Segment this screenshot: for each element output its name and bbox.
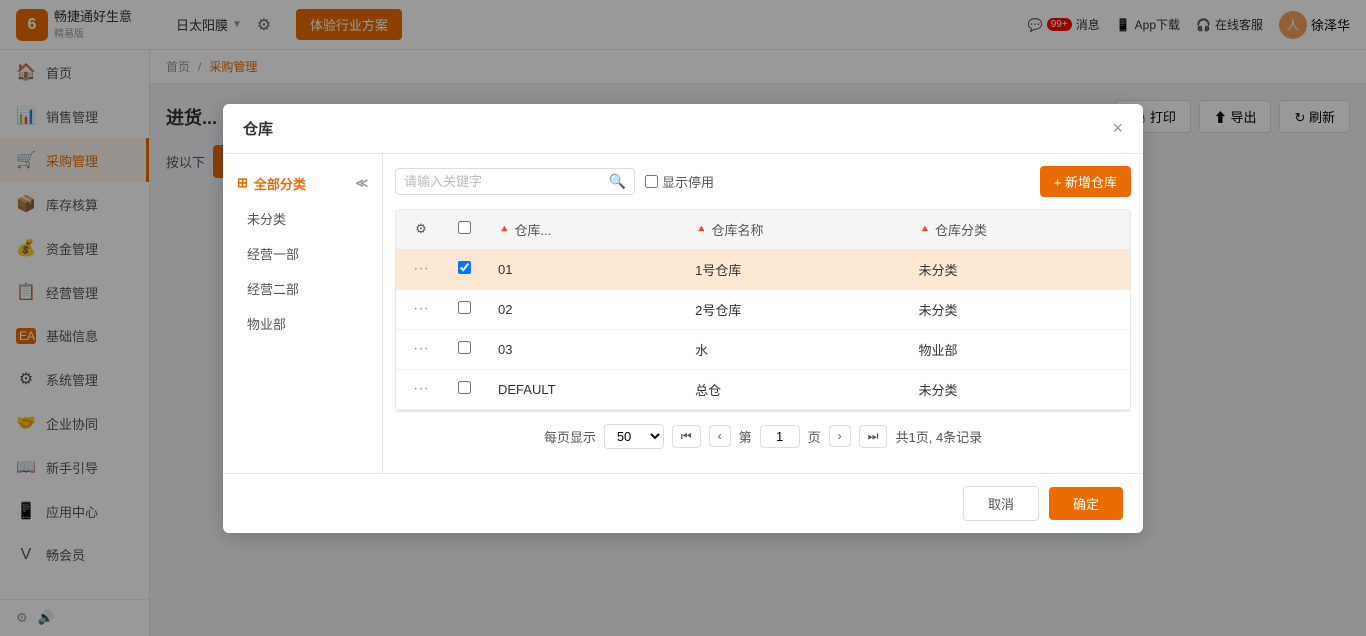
- next-page-btn[interactable]: ›: [829, 425, 851, 447]
- table-row[interactable]: ··· DEFAULT 总仓 未分类: [396, 369, 1130, 409]
- th-code-icon: 🔺: [498, 224, 510, 235]
- row-code: 01: [486, 249, 683, 289]
- table-header-row: ⚙ 🔺 仓库... 🔺: [396, 210, 1130, 250]
- row-category: 未分类: [907, 369, 1130, 409]
- last-page-btn[interactable]: ⏭: [859, 425, 888, 448]
- prev-page-btn[interactable]: ‹: [709, 425, 731, 447]
- show-disabled-label[interactable]: 显示停用: [645, 172, 714, 191]
- page-label: 第: [739, 427, 752, 446]
- row-checkbox[interactable]: [458, 381, 471, 394]
- row-checkbox-cell[interactable]: [446, 289, 486, 329]
- row-checkbox[interactable]: [458, 261, 471, 274]
- row-checkbox[interactable]: [458, 301, 471, 314]
- warehouse-table: ⚙ 🔺 仓库... 🔺: [395, 209, 1131, 411]
- row-checkbox-cell[interactable]: [446, 329, 486, 369]
- confirm-button[interactable]: 确定: [1049, 487, 1123, 520]
- th-gear: ⚙: [396, 210, 446, 250]
- table-row[interactable]: ··· 02 2号仓库 未分类: [396, 289, 1130, 329]
- gear-icon: ⚙: [415, 221, 427, 236]
- search-box: 🔍: [395, 168, 635, 195]
- row-actions[interactable]: ···: [396, 369, 446, 409]
- row-actions[interactable]: ···: [396, 249, 446, 289]
- table-row[interactable]: ··· 01 1号仓库 未分类: [396, 249, 1130, 289]
- row-dots-btn[interactable]: ···: [413, 300, 429, 318]
- row-code: 03: [486, 329, 683, 369]
- th-code: 🔺 仓库...: [486, 210, 683, 250]
- search-input[interactable]: [404, 174, 609, 189]
- th-category: 🔺 仓库分类: [907, 210, 1130, 250]
- modal-overlay: 仓库 × ⊞ 全部分类 ≪ 未分类 经营一部 经营二部 物业部: [0, 0, 1366, 636]
- row-checkbox-cell[interactable]: [446, 369, 486, 409]
- row-name: 水: [683, 329, 906, 369]
- row-actions[interactable]: ···: [396, 329, 446, 369]
- row-checkbox-cell[interactable]: [446, 249, 486, 289]
- row-category: 物业部: [907, 329, 1130, 369]
- page-total: 共1页, 4条记录: [895, 427, 982, 446]
- close-icon[interactable]: ×: [1112, 118, 1123, 139]
- show-disabled-checkbox[interactable]: [645, 175, 658, 188]
- row-name: 总仓: [683, 369, 906, 409]
- th-name-icon: 🔺: [695, 224, 707, 235]
- row-name: 1号仓库: [683, 249, 906, 289]
- pagination: 每页显示 50 20 100 ⏮ ‹ 第 页 › ⏭ 共1页, 4条记录: [395, 411, 1131, 461]
- select-all-checkbox[interactable]: [458, 221, 471, 234]
- new-warehouse-btn[interactable]: + 新增仓库: [1040, 166, 1131, 197]
- row-actions[interactable]: ···: [396, 289, 446, 329]
- row-category: 未分类: [907, 289, 1130, 329]
- show-disabled-text: 显示停用: [662, 172, 714, 191]
- row-dots-btn[interactable]: ···: [413, 380, 429, 398]
- row-dots-btn[interactable]: ···: [413, 260, 429, 278]
- modal-footer: 取消 确定: [223, 473, 1143, 533]
- row-checkbox[interactable]: [458, 341, 471, 354]
- all-category-header[interactable]: ⊞ 全部分类 ≪: [223, 166, 382, 201]
- page-suffix: 页: [808, 427, 821, 446]
- row-code: DEFAULT: [486, 369, 683, 409]
- th-name: 🔺 仓库名称: [683, 210, 906, 250]
- collapse-icon[interactable]: ≪: [355, 176, 368, 190]
- modal-toolbar: 🔍 显示停用 + 新增仓库: [395, 166, 1131, 197]
- modal-main: 🔍 显示停用 + 新增仓库 ⚙: [383, 154, 1143, 473]
- all-category-label: 全部分类: [254, 174, 306, 193]
- category-ops1[interactable]: 经营一部: [223, 236, 382, 271]
- per-page-label: 每页显示: [544, 427, 596, 446]
- page-number-input[interactable]: [760, 425, 800, 448]
- category-ops2[interactable]: 经营二部: [223, 271, 382, 306]
- modal-sidebar: ⊞ 全部分类 ≪ 未分类 经营一部 经营二部 物业部: [223, 154, 383, 473]
- row-category: 未分类: [907, 249, 1130, 289]
- row-name: 2号仓库: [683, 289, 906, 329]
- row-dots-btn[interactable]: ···: [413, 340, 429, 358]
- per-page-select[interactable]: 50 20 100: [604, 424, 664, 449]
- search-icon[interactable]: 🔍: [609, 173, 626, 190]
- modal-body: ⊞ 全部分类 ≪ 未分类 经营一部 经营二部 物业部 🔍: [223, 154, 1143, 473]
- modal-title: 仓库: [243, 118, 273, 139]
- th-category-icon: 🔺: [919, 224, 931, 235]
- table-row[interactable]: ··· 03 水 物业部: [396, 329, 1130, 369]
- th-checkbox: [446, 210, 486, 250]
- grid-icon: ⊞: [237, 175, 248, 191]
- first-page-btn[interactable]: ⏮: [672, 425, 701, 448]
- category-unclassified[interactable]: 未分类: [223, 201, 382, 236]
- category-property[interactable]: 物业部: [223, 306, 382, 341]
- modal-header: 仓库 ×: [223, 104, 1143, 154]
- cancel-button[interactable]: 取消: [963, 486, 1039, 521]
- row-code: 02: [486, 289, 683, 329]
- warehouse-modal: 仓库 × ⊞ 全部分类 ≪ 未分类 经营一部 经营二部 物业部: [223, 104, 1143, 533]
